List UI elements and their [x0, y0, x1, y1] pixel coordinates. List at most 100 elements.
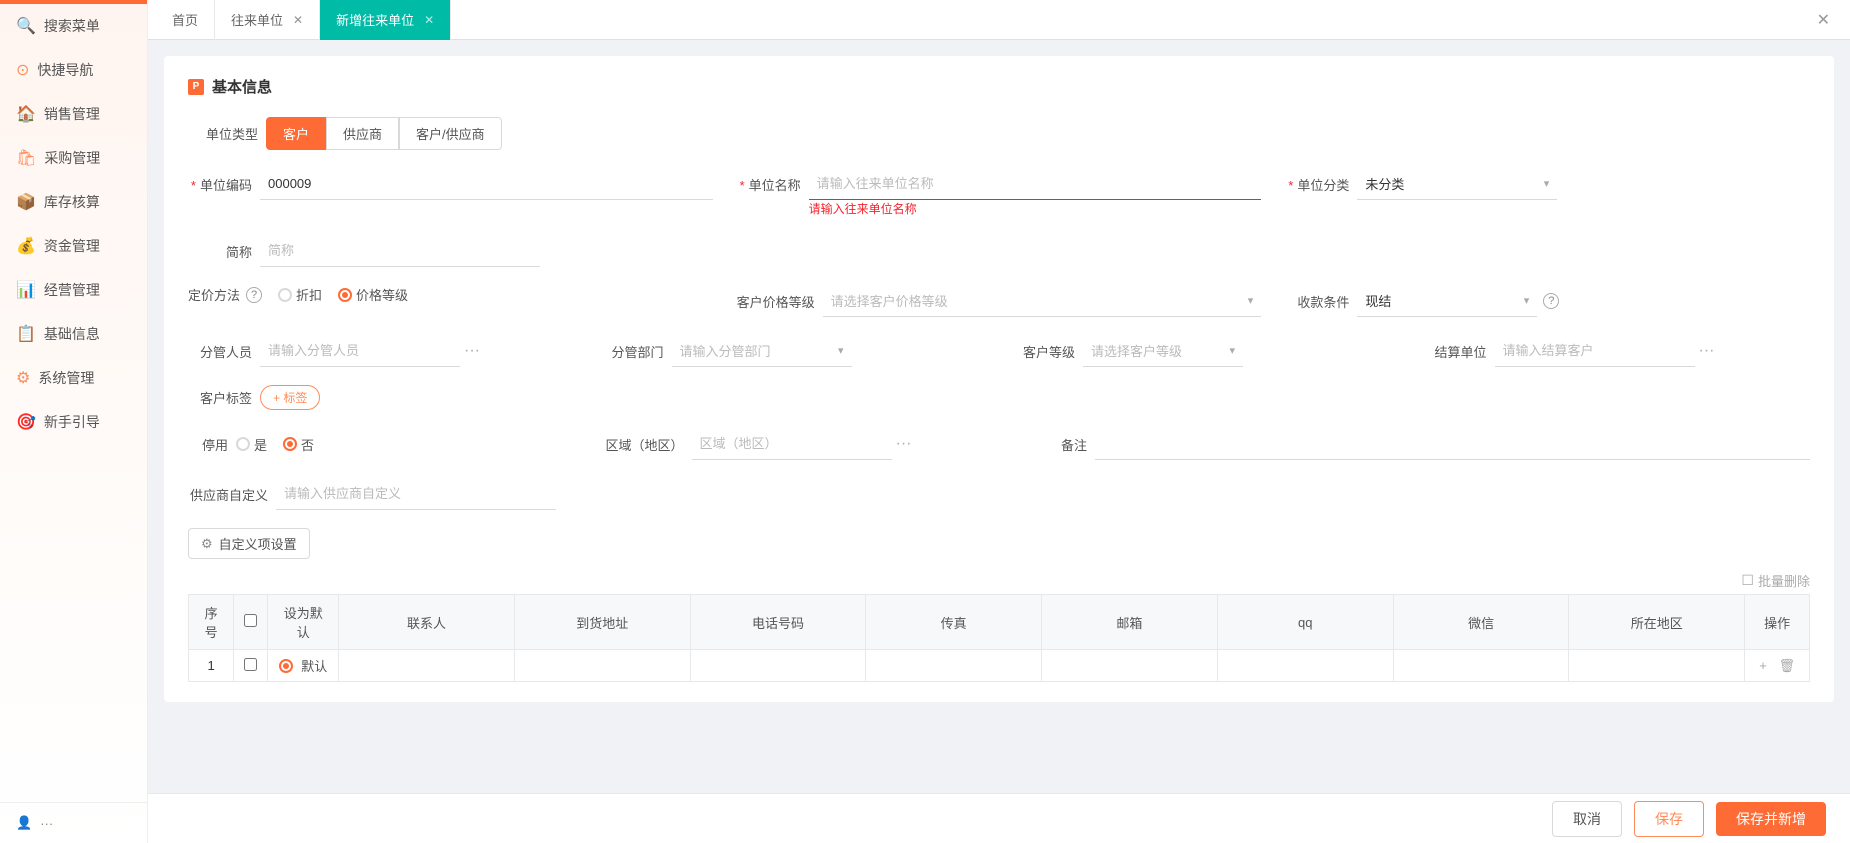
manager-row: 分管人员 ··· 分管部门 请输入分管部门 ▾ 客户等级 请选择客户等级 [188, 335, 1810, 367]
tab-new-partner-close[interactable]: ✕ [424, 13, 434, 27]
customer-price-level-select[interactable]: 请选择客户价格等级 ▾ [823, 285, 1262, 317]
close-all-button[interactable]: ✕ [1805, 10, 1842, 30]
customer-tag-label: 客户标签 [188, 388, 252, 407]
delete-row-icon[interactable]: 🗑 [1778, 658, 1795, 673]
disabled-radio-group: 是 否 [236, 435, 314, 454]
sidebar-item-label: 经营管理 [44, 280, 100, 300]
sidebar-item-finance[interactable]: 💰 资金管理 [0, 224, 147, 268]
supplier-custom-input[interactable] [276, 478, 556, 510]
region-more-icon[interactable]: ··· [892, 435, 916, 453]
custom-settings-button[interactable]: ⚙ 自定义项设置 [188, 528, 310, 559]
unit-code-input[interactable] [260, 168, 713, 200]
address-input[interactable] [525, 658, 680, 673]
sidebar-item-operations[interactable]: 📊 经营管理 [0, 268, 147, 312]
cell-email[interactable] [1042, 650, 1218, 682]
save-button[interactable]: 保存 [1634, 801, 1704, 837]
pricing-radio-level[interactable]: 价格等级 [338, 285, 408, 304]
basic-info-card: P 基本信息 单位类型 客户 供应商 客户/供应商 *单位编码 [164, 56, 1834, 702]
email-input[interactable] [1052, 658, 1207, 673]
required-star: * [191, 178, 196, 193]
cell-qq[interactable] [1217, 650, 1393, 682]
cancel-button[interactable]: 取消 [1552, 801, 1622, 837]
custom-settings-label: 自定义项设置 [219, 534, 297, 553]
sidebar-item-search[interactable]: 🔍 搜索菜单 [0, 4, 147, 48]
tab-new-partner[interactable]: 新增往来单位 ✕ [320, 0, 451, 40]
pricing-radio-discount[interactable]: 折扣 [278, 285, 322, 304]
add-row-icon[interactable]: + [1759, 658, 1767, 673]
section-title-text: 基本信息 [212, 76, 272, 97]
cell-check[interactable] [234, 650, 268, 682]
tab-partners[interactable]: 往来单位 ✕ [215, 0, 320, 40]
payment-help-icon[interactable]: ? [1543, 293, 1559, 309]
cell-wechat[interactable] [1393, 650, 1569, 682]
type-btn-supplier[interactable]: 供应商 [326, 117, 399, 150]
row-checkbox[interactable] [244, 658, 257, 671]
type-btn-customer[interactable]: 客户 [266, 117, 326, 150]
tab-home[interactable]: 首页 [156, 0, 215, 40]
disabled-yes[interactable]: 是 [236, 435, 267, 454]
batch-delete-label[interactable]: 批量删除 [1758, 571, 1810, 590]
chevron-down-icon2: ▾ [1248, 294, 1254, 307]
region-input[interactable] [692, 428, 892, 460]
wechat-input[interactable] [1404, 658, 1559, 673]
sidebar-bottom-label: ··· [40, 816, 53, 831]
type-btn-both[interactable]: 客户/供应商 [399, 117, 502, 150]
cell-phone[interactable] [690, 650, 866, 682]
unit-type-row: 单位类型 客户 供应商 客户/供应商 [188, 117, 1810, 150]
sidebar-item-inventory[interactable]: 📦 库存核算 [0, 180, 147, 224]
col-qq: qq [1217, 595, 1393, 650]
batch-delete-icon: ☐ [1741, 572, 1754, 589]
sidebar-item-label: 库存核算 [44, 192, 100, 212]
phone-input[interactable] [701, 658, 856, 673]
contact-input[interactable] [349, 658, 504, 673]
cell-address[interactable] [514, 650, 690, 682]
unit-category-field-wrap: *单位分类 未分类 ▾ [1285, 168, 1810, 200]
money-icon: 💰 [16, 236, 36, 256]
pricing-method-label: 定价方法 ? [188, 285, 262, 304]
disabled-wrap: 停用 是 否 [188, 435, 582, 454]
manager-more-icon[interactable]: ··· [460, 342, 484, 360]
settlement-more-icon[interactable]: ··· [1695, 342, 1719, 360]
region-label: 区域（地区） [606, 435, 684, 454]
sidebar-item-quicknav[interactable]: ⊙ 快捷导航 [0, 48, 147, 92]
manager-input[interactable] [260, 335, 460, 367]
customer-level-wrap: 客户等级 请选择客户等级 ▾ [1011, 335, 1399, 367]
select-all-checkbox[interactable] [244, 614, 257, 627]
cell-default: 默认 [268, 650, 339, 682]
unit-name-error: 请输入往来单位名称 [809, 202, 917, 216]
cell-contact[interactable] [339, 650, 515, 682]
unit-name-input[interactable] [809, 168, 1262, 200]
supplier-custom-row: 供应商自定义 [188, 478, 1810, 510]
short-name-input[interactable] [260, 235, 540, 267]
fax-input[interactable] [876, 658, 1031, 673]
chevron-down-icon: ▾ [1544, 177, 1550, 190]
region-cell-input[interactable] [1579, 658, 1734, 673]
default-radio[interactable]: 默认 [278, 656, 328, 675]
settlement-wrap: 结算单位 ··· [1423, 335, 1811, 367]
cell-fax[interactable] [866, 650, 1042, 682]
sidebar-bottom[interactable]: 👤 ··· [0, 802, 147, 843]
disabled-no[interactable]: 否 [283, 435, 314, 454]
customer-price-level-placeholder: 请选择客户价格等级 [831, 291, 1248, 310]
pricing-help-icon[interactable]: ? [246, 287, 262, 303]
save-new-button[interactable]: 保存并新增 [1716, 802, 1826, 836]
sidebar-item-basic[interactable]: 📋 基础信息 [0, 312, 147, 356]
remark-input[interactable] [1095, 428, 1810, 460]
sidebar-item-sales[interactable]: 🏠 销售管理 [0, 92, 147, 136]
tab-partners-close[interactable]: ✕ [293, 13, 303, 27]
department-select[interactable]: 请输入分管部门 ▾ [672, 335, 852, 367]
sidebar-item-purchase[interactable]: 🛍 采购管理 [0, 136, 147, 180]
sidebar-item-newbie[interactable]: 🎯 新手引导 [0, 400, 147, 444]
unit-category-select[interactable]: 未分类 ▾ [1357, 168, 1557, 200]
customer-level-select[interactable]: 请选择客户等级 ▾ [1083, 335, 1243, 367]
settlement-input[interactable] [1495, 335, 1695, 367]
default-label: 默认 [301, 656, 327, 675]
customer-tag-button[interactable]: + 标签 [260, 385, 320, 410]
cell-region[interactable] [1569, 650, 1745, 682]
default-radio-circle [279, 659, 293, 673]
payment-terms-select[interactable]: 现结 ▾ [1357, 285, 1537, 317]
qq-input[interactable] [1228, 658, 1383, 673]
sidebar-item-system[interactable]: ⚙ 系统管理 [0, 356, 147, 400]
settlement-label: 结算单位 [1423, 342, 1487, 361]
customer-level-label: 客户等级 [1011, 342, 1075, 361]
